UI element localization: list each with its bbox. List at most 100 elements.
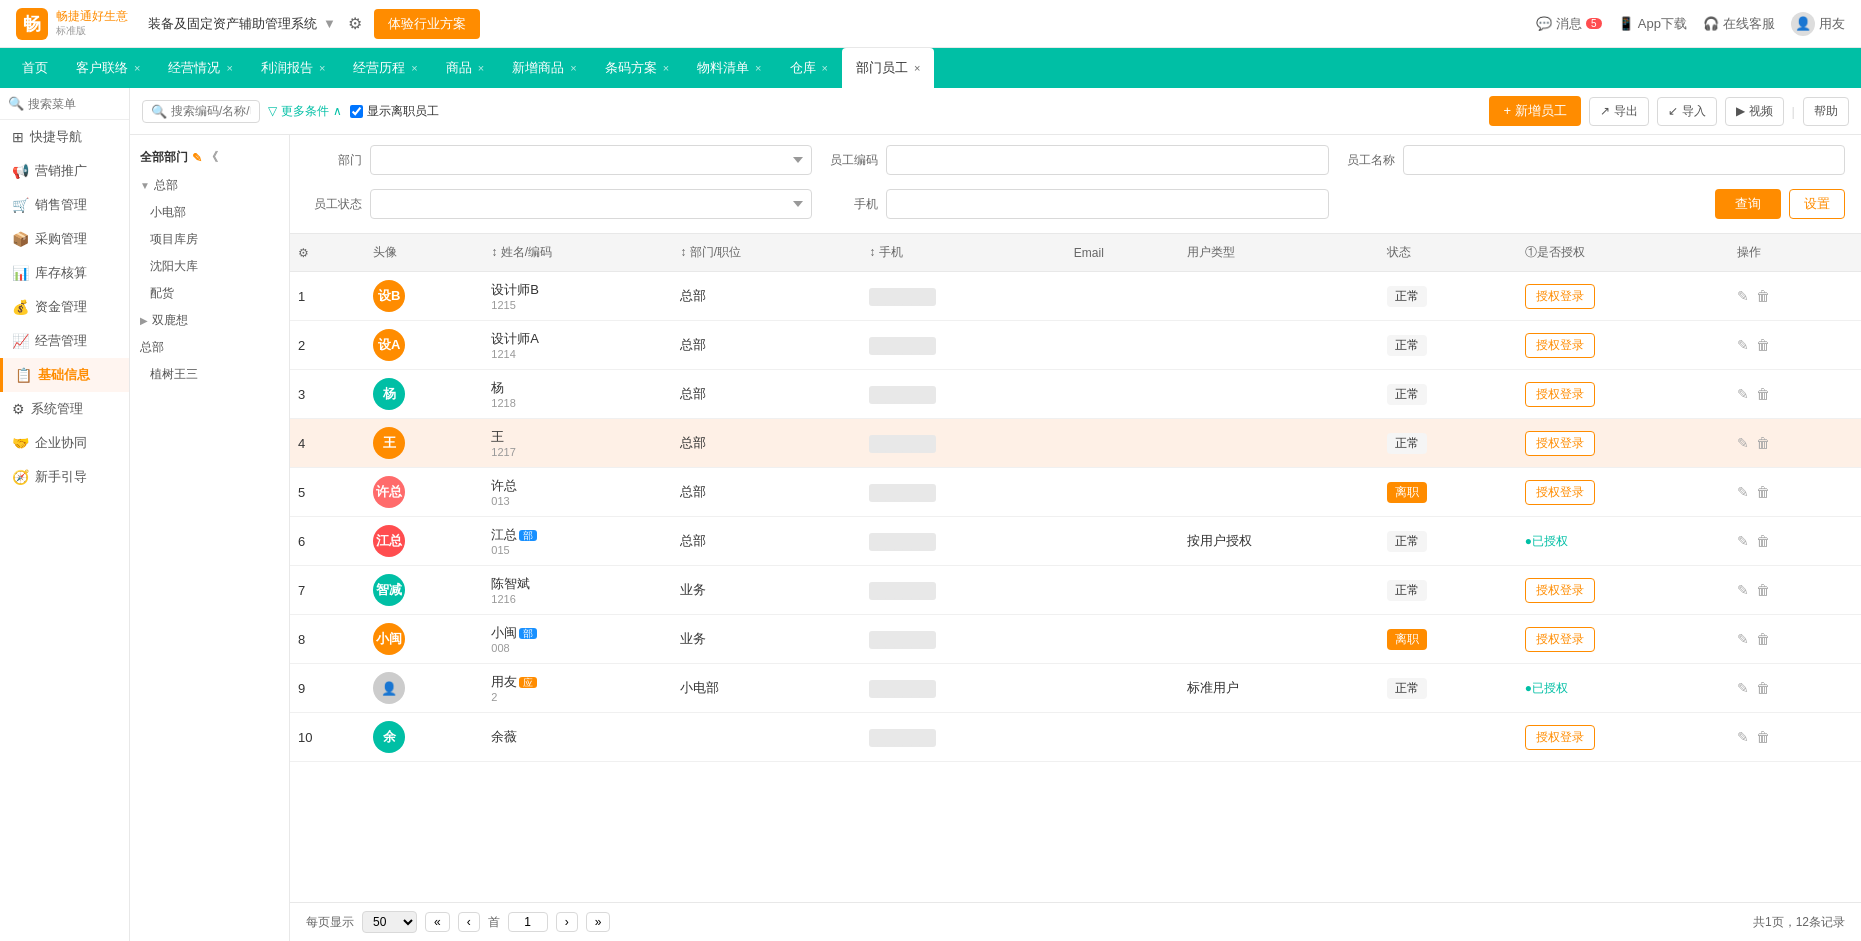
auth-btn[interactable]: 授权登录 bbox=[1525, 284, 1595, 309]
sidebar-item-guide[interactable]: 🧭新手引导 bbox=[0, 460, 129, 494]
filter-phone-input[interactable] bbox=[886, 189, 1328, 219]
edit-button[interactable]: ✎ bbox=[1737, 386, 1749, 402]
first-page-btn[interactable]: « bbox=[425, 912, 450, 932]
tab-close-icon[interactable]: × bbox=[134, 62, 140, 74]
delete-button[interactable]: 🗑 bbox=[1756, 484, 1770, 500]
prev-page-btn[interactable]: ‹ bbox=[458, 912, 480, 932]
edit-button[interactable]: ✎ bbox=[1737, 484, 1749, 500]
dept-item-总部[interactable]: 总部 bbox=[130, 334, 289, 361]
filter-status-select[interactable] bbox=[370, 189, 812, 219]
sidebar-item-marketing[interactable]: 📢营销推广 bbox=[0, 154, 129, 188]
app-download-action[interactable]: 📱 App下载 bbox=[1618, 15, 1687, 33]
nav-tab-客户联络[interactable]: 客户联络× bbox=[62, 48, 154, 88]
edit-button[interactable]: ✎ bbox=[1737, 337, 1749, 353]
delete-button[interactable]: 🗑 bbox=[1756, 680, 1770, 696]
tab-close-icon[interactable]: × bbox=[822, 62, 828, 74]
next-page-btn[interactable]: › bbox=[556, 912, 578, 932]
sidebar-item-purchase[interactable]: 📦采购管理 bbox=[0, 222, 129, 256]
tab-close-icon[interactable]: × bbox=[663, 62, 669, 74]
auth-btn[interactable]: 授权登录 bbox=[1525, 382, 1595, 407]
set-button[interactable]: 设置 bbox=[1789, 189, 1845, 219]
nav-tab-经营历程[interactable]: 经营历程× bbox=[339, 48, 431, 88]
filter-name-input[interactable] bbox=[1403, 145, 1845, 175]
tab-close-icon[interactable]: × bbox=[478, 62, 484, 74]
th-settings[interactable]: ⚙ bbox=[290, 234, 365, 272]
nav-tab-仓库[interactable]: 仓库× bbox=[776, 48, 842, 88]
tab-close-icon[interactable]: × bbox=[411, 62, 417, 74]
dept-collapse-icon[interactable]: 《 bbox=[206, 149, 218, 166]
delete-button[interactable]: 🗑 bbox=[1756, 533, 1770, 549]
nav-tab-物料清单[interactable]: 物料清单× bbox=[683, 48, 775, 88]
online-service-action[interactable]: 🎧 在线客服 bbox=[1703, 15, 1775, 33]
edit-button[interactable]: ✎ bbox=[1737, 288, 1749, 304]
delete-button[interactable]: 🗑 bbox=[1756, 288, 1770, 304]
edit-button[interactable]: ✎ bbox=[1737, 729, 1749, 745]
dept-search-box[interactable]: 🔍 bbox=[142, 100, 260, 123]
nav-tab-条码方案[interactable]: 条码方案× bbox=[591, 48, 683, 88]
add-employee-button[interactable]: + 新增员工 bbox=[1489, 96, 1580, 126]
sidebar-search[interactable]: 🔍 bbox=[0, 88, 129, 120]
tab-close-icon[interactable]: × bbox=[914, 62, 920, 74]
dept-edit-icon[interactable]: ✎ bbox=[192, 151, 202, 165]
sidebar-item-operation[interactable]: 📈经营管理 bbox=[0, 324, 129, 358]
resigned-checkbox-input[interactable] bbox=[350, 105, 363, 118]
tab-close-icon[interactable]: × bbox=[755, 62, 761, 74]
th-name[interactable]: ↕ 姓名/编码 bbox=[483, 234, 672, 272]
nav-tab-部门员工[interactable]: 部门员工× bbox=[842, 48, 934, 88]
dept-item-沈阳大库[interactable]: 沈阳大库 bbox=[130, 253, 289, 280]
filter-dept-select[interactable] bbox=[370, 145, 812, 175]
delete-button[interactable]: 🗑 bbox=[1756, 337, 1770, 353]
search-input[interactable] bbox=[28, 97, 121, 111]
auth-btn[interactable]: 授权登录 bbox=[1525, 627, 1595, 652]
edit-button[interactable]: ✎ bbox=[1737, 631, 1749, 647]
edit-button[interactable]: ✎ bbox=[1737, 582, 1749, 598]
sys-title-dropdown[interactable]: ▼ bbox=[323, 16, 336, 31]
dept-search-input[interactable] bbox=[171, 104, 251, 118]
auth-btn[interactable]: 授权登录 bbox=[1525, 725, 1595, 750]
sidebar-item-sales[interactable]: 🛒销售管理 bbox=[0, 188, 129, 222]
auth-btn[interactable]: 授权登录 bbox=[1525, 431, 1595, 456]
nav-tab-新增商品[interactable]: 新增商品× bbox=[498, 48, 590, 88]
edit-button[interactable]: ✎ bbox=[1737, 533, 1749, 549]
dept-item-双鹿想[interactable]: ▶双鹿想 bbox=[130, 307, 289, 334]
edit-button[interactable]: ✎ bbox=[1737, 435, 1749, 451]
filter-code-input[interactable] bbox=[886, 145, 1328, 175]
sidebar-item-collab[interactable]: 🤝企业协同 bbox=[0, 426, 129, 460]
edit-button[interactable]: ✎ bbox=[1737, 680, 1749, 696]
dept-item-项目库房[interactable]: 项目库房 bbox=[130, 226, 289, 253]
nav-tab-经营情况[interactable]: 经营情况× bbox=[154, 48, 246, 88]
delete-button[interactable]: 🗑 bbox=[1756, 631, 1770, 647]
tab-close-icon[interactable]: × bbox=[319, 62, 325, 74]
sidebar-item-finance[interactable]: 💰资金管理 bbox=[0, 290, 129, 324]
auth-btn[interactable]: 授权登录 bbox=[1525, 578, 1595, 603]
help-button[interactable]: 帮助 bbox=[1803, 97, 1849, 126]
page-input[interactable] bbox=[508, 912, 548, 932]
dept-item-小电部[interactable]: 小电部 bbox=[130, 199, 289, 226]
auth-btn[interactable]: 授权登录 bbox=[1525, 333, 1595, 358]
th-phone[interactable]: ↕ 手机 bbox=[861, 234, 1066, 272]
show-resigned-checkbox[interactable]: 显示离职员工 bbox=[350, 103, 439, 120]
message-action[interactable]: 💬 消息 5 bbox=[1536, 15, 1602, 33]
import-button[interactable]: ↙ 导入 bbox=[1657, 97, 1717, 126]
sidebar-item-inventory[interactable]: 📊库存核算 bbox=[0, 256, 129, 290]
page-size-select[interactable]: 50 100 bbox=[362, 911, 417, 933]
sidebar-item-quick-nav[interactable]: ⊞快捷导航 bbox=[0, 120, 129, 154]
last-page-btn[interactable]: » bbox=[586, 912, 611, 932]
dept-item-配货[interactable]: 配货 bbox=[130, 280, 289, 307]
nav-tab-商品[interactable]: 商品× bbox=[432, 48, 498, 88]
export-button[interactable]: ↗ 导出 bbox=[1589, 97, 1649, 126]
auth-btn[interactable]: 授权登录 bbox=[1525, 480, 1595, 505]
more-filter-btn[interactable]: ▽ 更多条件 ∧ bbox=[268, 103, 342, 120]
trial-button[interactable]: 体验行业方案 bbox=[374, 9, 480, 39]
dept-item-总部[interactable]: ▼总部 bbox=[130, 172, 289, 199]
delete-button[interactable]: 🗑 bbox=[1756, 729, 1770, 745]
delete-button[interactable]: 🗑 bbox=[1756, 386, 1770, 402]
user-action[interactable]: 👤 用友 bbox=[1791, 12, 1845, 36]
sidebar-item-system[interactable]: ⚙系统管理 bbox=[0, 392, 129, 426]
tab-close-icon[interactable]: × bbox=[226, 62, 232, 74]
sidebar-item-basic[interactable]: 📋基础信息 bbox=[0, 358, 129, 392]
th-dept[interactable]: ↕ 部门/职位 bbox=[672, 234, 861, 272]
tab-close-icon[interactable]: × bbox=[570, 62, 576, 74]
nav-tab-利润报告[interactable]: 利润报告× bbox=[247, 48, 339, 88]
delete-button[interactable]: 🗑 bbox=[1756, 435, 1770, 451]
